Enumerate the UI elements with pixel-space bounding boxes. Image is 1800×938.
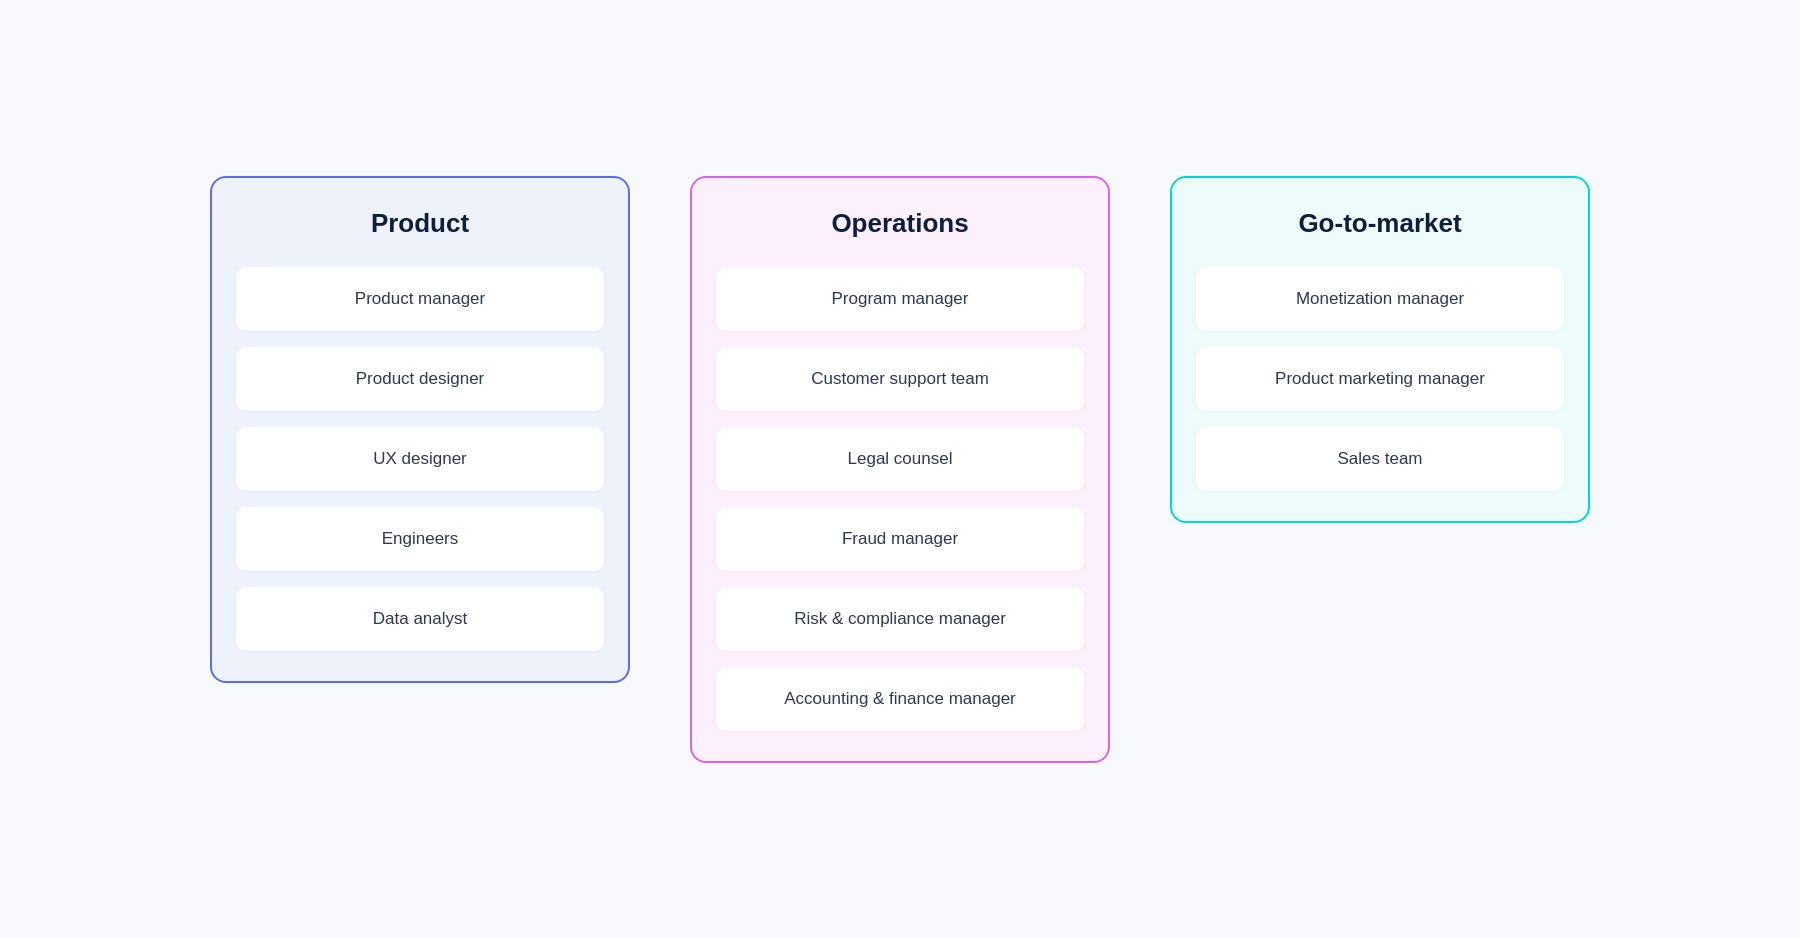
item-card-go-to-market-2[interactable]: Sales team xyxy=(1196,427,1564,491)
column-operations-items: Program manager Customer support team Lega… xyxy=(716,267,1084,731)
item-card-operations-3[interactable]: Fraud manager xyxy=(716,507,1084,571)
item-card-operations-0[interactable]: Program manager xyxy=(716,267,1084,331)
item-card-product-4[interactable]: Data analyst xyxy=(236,587,604,651)
item-card-product-1[interactable]: Product designer xyxy=(236,347,604,411)
column-product: Product Product manager Product designer UX… xyxy=(210,176,630,683)
column-go-to-market: Go-to-market Monetization manager Product … xyxy=(1170,176,1590,523)
item-card-go-to-market-1[interactable]: Product marketing manager xyxy=(1196,347,1564,411)
column-operations-header: Operations xyxy=(716,208,1084,239)
item-card-operations-1[interactable]: Customer support team xyxy=(716,347,1084,411)
item-card-go-to-market-0[interactable]: Monetization manager xyxy=(1196,267,1564,331)
column-go-to-market-header: Go-to-market xyxy=(1196,208,1564,239)
item-card-operations-2[interactable]: Legal counsel xyxy=(716,427,1084,491)
item-card-product-2[interactable]: UX designer xyxy=(236,427,604,491)
item-card-product-0[interactable]: Product manager xyxy=(236,267,604,331)
columns-container: Product Product manager Product designer UX… xyxy=(170,136,1630,803)
item-card-product-3[interactable]: Engineers xyxy=(236,507,604,571)
column-product-items: Product manager Product designer UX design… xyxy=(236,267,604,651)
item-card-operations-4[interactable]: Risk & compliance manager xyxy=(716,587,1084,651)
column-product-header: Product xyxy=(236,208,604,239)
column-operations: Operations Program manager Customer suppor… xyxy=(690,176,1110,763)
column-go-to-market-items: Monetization manager Product marketing ma… xyxy=(1196,267,1564,491)
item-card-operations-5[interactable]: Accounting & finance manager xyxy=(716,667,1084,731)
